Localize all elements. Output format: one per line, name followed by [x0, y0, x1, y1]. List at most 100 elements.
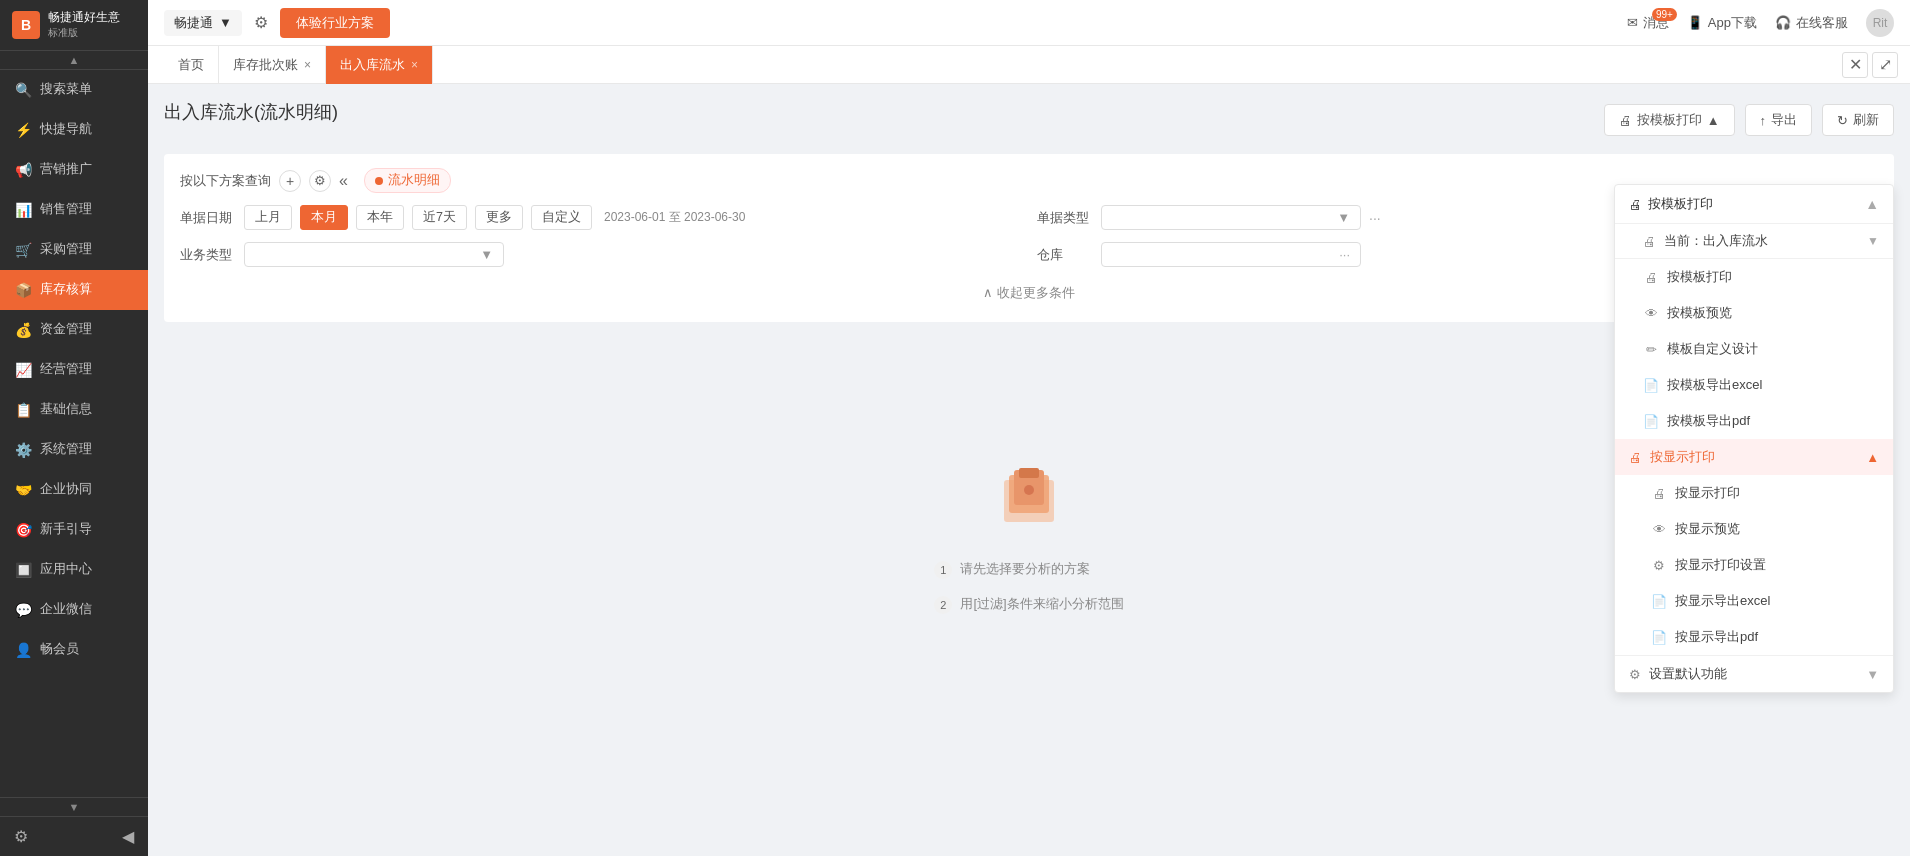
sidebar-item-operation[interactable]: 📈 经营管理 [0, 350, 148, 390]
try-industry-btn[interactable]: 体验行业方案 [280, 8, 390, 38]
sidebar-footer: ⚙ ◀ [0, 816, 148, 856]
system-icon: ⚙️ [14, 441, 32, 459]
biz-type-select[interactable]: ▼ [244, 242, 504, 267]
dropdown-title: 🖨 按模板打印 [1629, 195, 1713, 213]
page-toolbar: 🖨 按模板打印 ▲ ↑ 导出 ↻ 刷新 [1604, 104, 1894, 136]
message-badge: 99+ [1652, 8, 1677, 21]
sidebar-item-quick-nav[interactable]: ⚡ 快捷导航 [0, 110, 148, 150]
app-download-label: App下载 [1708, 14, 1757, 32]
date-btn-custom[interactable]: 自定义 [531, 205, 592, 230]
top-header: 畅捷通 ▼ ⚙ 体验行业方案 ✉ 消息 99+ 📱 App下载 🎧 在线客服 R… [148, 0, 1910, 46]
tab-home-label: 首页 [178, 56, 204, 74]
doc-type-more-icon[interactable]: ··· [1369, 210, 1381, 226]
refresh-label: 刷新 [1853, 111, 1879, 129]
sidebar-item-search[interactable]: 🔍 搜索菜单 [0, 70, 148, 110]
print-dropdown-icon: ▲ [1707, 113, 1720, 128]
tab-close-window-btn[interactable]: ✕ [1842, 52, 1868, 78]
sidebar-item-wechat[interactable]: 💬 企业微信 [0, 590, 148, 630]
tab-batch[interactable]: 库存批次账 × [219, 46, 326, 84]
sidebar-item-finance[interactable]: 💰 资金管理 [0, 310, 148, 350]
dropdown-item-display-pdf[interactable]: 📄 按显示导出pdf [1615, 619, 1893, 655]
warehouse-select[interactable]: ··· [1101, 242, 1361, 267]
filter-collapse-icon[interactable]: « [339, 172, 348, 190]
print-template-label: 按模板打印 [1637, 111, 1702, 129]
sidebar-item-basic[interactable]: 📋 基础信息 [0, 390, 148, 430]
collapse-arrow-icon: ∧ [983, 285, 993, 302]
warehouse-more-icon[interactable]: ··· [1339, 247, 1350, 262]
filter-add-btn[interactable]: + [279, 170, 301, 192]
sidebar-item-purchase[interactable]: 🛒 采购管理 [0, 230, 148, 270]
doc-type-select[interactable]: ▼ [1101, 205, 1361, 230]
sidebar-item-collab-label: 企业协同 [40, 481, 92, 498]
logo-icon: B [12, 11, 40, 39]
step-1-label: 请先选择要分析的方案 [960, 560, 1090, 578]
company-selector[interactable]: 畅捷通 ▼ [164, 10, 242, 36]
tab-bar: 首页 库存批次账 × 出入库流水 × ✕ ⤢ [148, 46, 1910, 84]
sidebar-scroll-down[interactable]: ▼ [0, 797, 148, 816]
dropdown-item-template-pdf[interactable]: 📄 按模板导出pdf [1615, 403, 1893, 439]
default-func-label: 设置默认功能 [1649, 665, 1727, 683]
settings-footer-icon[interactable]: ⚙ [14, 827, 28, 846]
sidebar-item-marketing[interactable]: 📢 营销推广 [0, 150, 148, 190]
sidebar-item-wechat-label: 企业微信 [40, 601, 92, 618]
header-gear-icon[interactable]: ⚙ [254, 13, 268, 32]
tab-maximize-btn[interactable]: ⤢ [1872, 52, 1898, 78]
sidebar-item-system-label: 系统管理 [40, 441, 92, 458]
template-excel-icon: 📄 [1643, 377, 1659, 393]
tab-batch-close-icon[interactable]: × [304, 58, 311, 72]
collab-icon: 🤝 [14, 481, 32, 499]
dropdown-item-template-custom[interactable]: ✏ 模板自定义设计 [1615, 331, 1893, 367]
dropdown-item-template-print[interactable]: 🖨 按模板打印 [1615, 259, 1893, 295]
dropdown-display-section-header[interactable]: 🖨 按显示打印 ▲ [1615, 439, 1893, 475]
sidebar-item-sales[interactable]: 📊 销售管理 [0, 190, 148, 230]
page-header: 出入库流水(流水明细) 🖨 按模板打印 ▲ ↑ 导出 ↻ 刷新 [164, 100, 1894, 140]
display-setting-label: 按显示打印设置 [1675, 556, 1766, 574]
sidebar-item-system[interactable]: ⚙️ 系统管理 [0, 430, 148, 470]
message-btn[interactable]: ✉ 消息 99+ [1627, 14, 1669, 32]
sidebar-item-basic-label: 基础信息 [40, 401, 92, 418]
sidebar-scroll-up[interactable]: ▲ [0, 51, 148, 70]
refresh-btn[interactable]: ↻ 刷新 [1822, 104, 1894, 136]
online-service-btn[interactable]: 🎧 在线客服 [1775, 14, 1848, 32]
empty-steps: 1 请先选择要分析的方案 2 用[过滤]条件来缩小分析范围 [934, 560, 1123, 622]
online-service-label: 在线客服 [1796, 14, 1848, 32]
date-filter-label: 单据日期 [180, 209, 236, 227]
dropdown-current-label: 当前：出入库流水 [1664, 232, 1859, 250]
user-avatar[interactable]: Rit [1866, 9, 1894, 37]
filter-tag[interactable]: 流水明细 [364, 168, 451, 193]
template-pdf-label: 按模板导出pdf [1667, 412, 1879, 430]
sidebar-item-appcenter[interactable]: 🔲 应用中心 [0, 550, 148, 590]
date-btn-prev-month[interactable]: 上月 [244, 205, 292, 230]
date-btn-this-year[interactable]: 本年 [356, 205, 404, 230]
sidebar-item-guide[interactable]: 🎯 新手引导 [0, 510, 148, 550]
dropdown-item-template-excel[interactable]: 📄 按模板导出excel [1615, 367, 1893, 403]
tab-flow[interactable]: 出入库流水 × [326, 46, 433, 84]
collapse-label: 收起更多条件 [997, 285, 1075, 302]
date-btn-7days[interactable]: 近7天 [412, 205, 467, 230]
tab-home[interactable]: 首页 [164, 46, 219, 84]
date-btn-more[interactable]: 更多 [475, 205, 523, 230]
sidebar-item-inventory[interactable]: 📦 库存核算 [0, 270, 148, 310]
dropdown-item-display-setting[interactable]: ⚙ 按显示打印设置 [1615, 547, 1893, 583]
dropdown-item-display-excel[interactable]: 📄 按显示导出excel [1615, 583, 1893, 619]
app-download-btn[interactable]: 📱 App下载 [1687, 14, 1757, 32]
collapse-footer-icon[interactable]: ◀ [122, 827, 134, 846]
biz-type-label: 业务类型 [180, 246, 236, 264]
tab-flow-close-icon[interactable]: × [411, 58, 418, 72]
date-btn-this-month[interactable]: 本月 [300, 205, 348, 230]
step-2-num: 2 [934, 596, 952, 614]
dropdown-item-display-preview[interactable]: 👁 按显示预览 [1615, 511, 1893, 547]
date-filter-group: 单据日期 上月 本月 本年 近7天 更多 自定义 2023-06-01 至 20… [180, 205, 1021, 230]
filter-setting-btn[interactable]: ⚙ [309, 170, 331, 192]
dropdown-up-icon[interactable]: ▲ [1865, 196, 1879, 212]
sidebar-item-collab[interactable]: 🤝 企业协同 [0, 470, 148, 510]
dropdown-item-display-print[interactable]: 🖨 按显示打印 [1615, 475, 1893, 511]
display-print-section-icon: 🖨 [1629, 450, 1642, 465]
finance-icon: 💰 [14, 321, 32, 339]
dropdown-footer[interactable]: ⚙ 设置默认功能 ▼ [1615, 655, 1893, 692]
export-btn[interactable]: ↑ 导出 [1745, 104, 1813, 136]
print-template-btn[interactable]: 🖨 按模板打印 ▲ [1604, 104, 1735, 136]
sidebar-item-sales-label: 销售管理 [40, 201, 92, 218]
dropdown-item-template-preview[interactable]: 👁 按模板预览 [1615, 295, 1893, 331]
sidebar-item-member[interactable]: 👤 畅会员 [0, 630, 148, 670]
